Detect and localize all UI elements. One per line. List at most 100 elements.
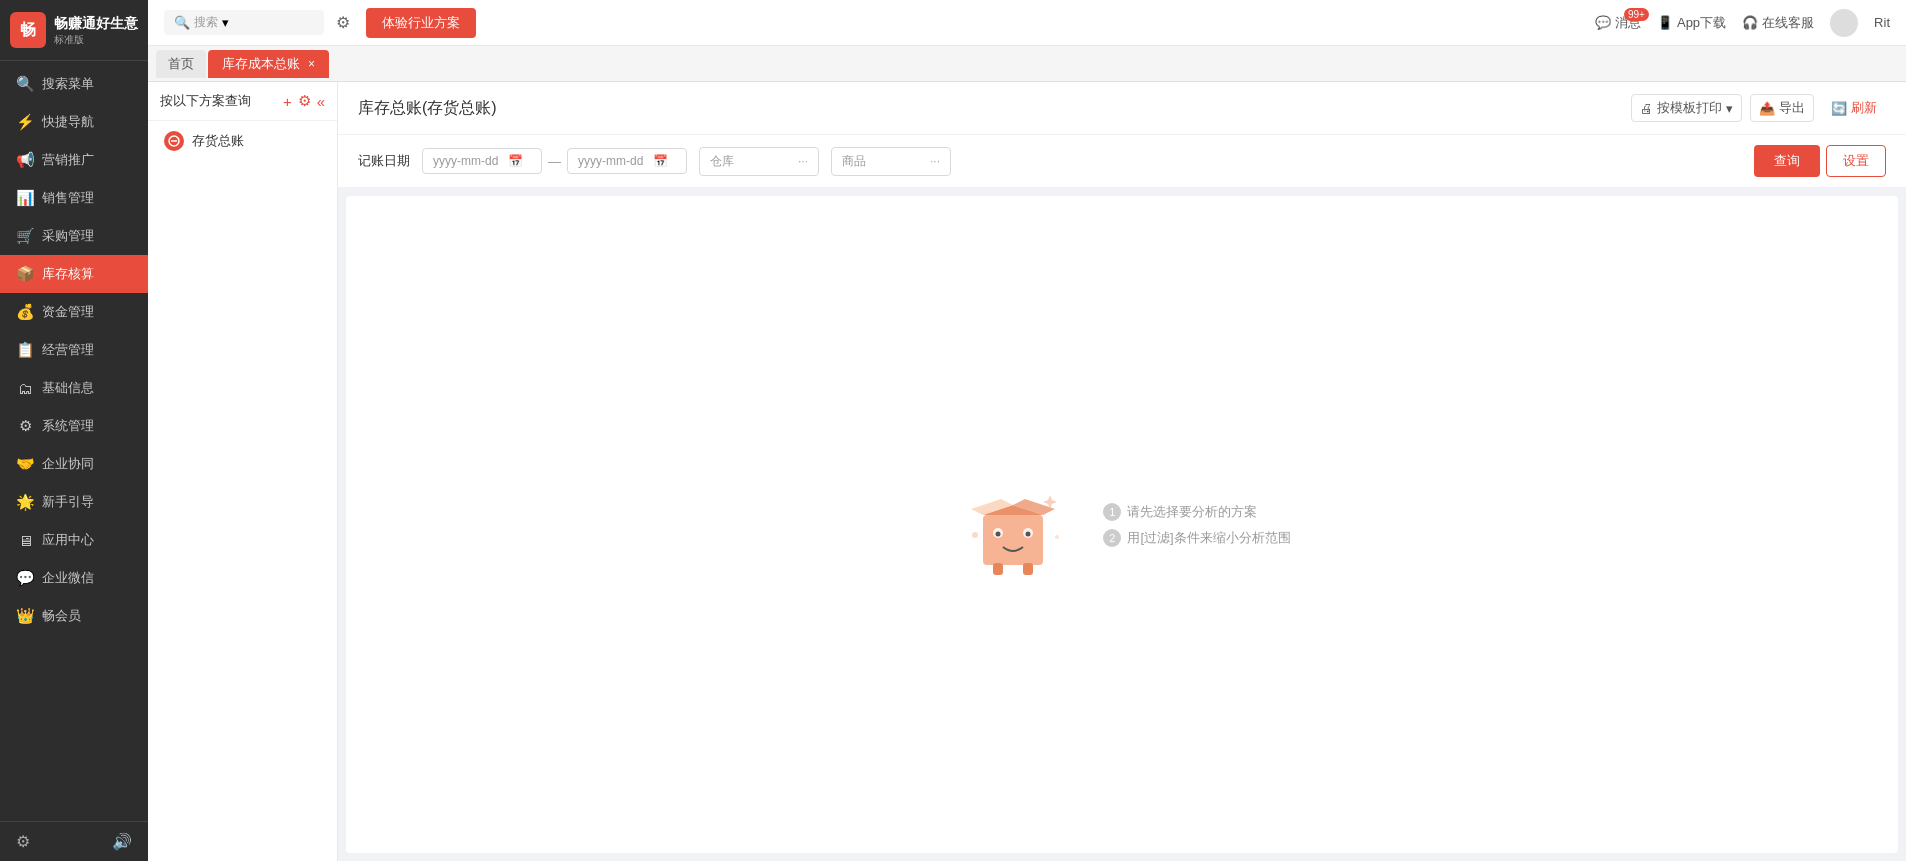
title-actions: 🖨 按模板打印 ▾ 📤 导出 🔄 刷新	[1631, 94, 1886, 122]
sidebar-item-inventory[interactable]: 📦 库存核算	[0, 255, 148, 293]
appstore-icon: 🖥	[16, 532, 34, 549]
date-start-input[interactable]: yyyy-mm-dd 📅	[422, 148, 542, 174]
audio-footer-icon[interactable]: 🔊	[112, 832, 132, 851]
sidebar-item-purchase[interactable]: 🛒 采购管理	[0, 217, 148, 255]
date-start-placeholder: yyyy-mm-dd	[433, 154, 498, 168]
warehouse-selector[interactable]: 仓库 ···	[699, 147, 819, 176]
search-icon: 🔍	[16, 75, 34, 93]
left-panel-header: 按以下方案查询 + ⚙ «	[148, 82, 337, 121]
left-panel-actions: + ⚙ «	[283, 92, 325, 110]
tip-num-2: 2	[1103, 529, 1121, 547]
inventory-icon: 📦	[16, 265, 34, 283]
purchase-icon: 🛒	[16, 227, 34, 245]
tip-num-1: 1	[1103, 503, 1121, 521]
header-search-area[interactable]: 🔍 搜索 ▾	[164, 10, 324, 35]
logo-text: 畅赚通好生意 标准版	[54, 14, 138, 45]
calendar-start-icon: 📅	[508, 154, 523, 168]
logo-icon: 畅	[10, 12, 46, 48]
date-end-input[interactable]: yyyy-mm-dd 📅	[567, 148, 687, 174]
tab-close-icon[interactable]: ×	[308, 57, 315, 71]
tab-cost-ledger[interactable]: 库存成本总账 ×	[208, 50, 329, 78]
svg-rect-2	[983, 515, 1043, 565]
app-logo: 畅 畅赚通好生意 标准版	[0, 0, 148, 61]
left-panel-add-icon[interactable]: +	[283, 93, 292, 110]
message-icon: 💬	[1595, 15, 1611, 30]
header-right: 💬 消息 99+ 📱 App下载 🎧 在线客服 Rit	[1595, 9, 1890, 37]
page-title-bar: 库存总账(存货总账) 🖨 按模板打印 ▾ 📤 导出 🔄	[338, 82, 1906, 135]
message-item[interactable]: 💬 消息 99+	[1595, 14, 1641, 32]
tip-item-1: 1 请先选择要分析的方案	[1103, 499, 1290, 525]
online-service-item[interactable]: 🎧 在线客服	[1742, 14, 1814, 32]
sidebar-item-basic[interactable]: 🗂 基础信息	[0, 369, 148, 407]
header-gear-icon[interactable]: ⚙	[336, 13, 350, 32]
sales-icon: 📊	[16, 189, 34, 207]
app-download-item[interactable]: 📱 App下载	[1657, 14, 1726, 32]
product-more-icon: ···	[930, 154, 940, 168]
trial-button[interactable]: 体验行业方案	[366, 8, 476, 38]
refresh-icon: 🔄	[1831, 101, 1847, 116]
export-button[interactable]: 📤 导出	[1750, 94, 1814, 122]
sidebar-item-enterprise[interactable]: 🤝 企业协同	[0, 445, 148, 483]
svg-point-10	[1055, 535, 1059, 539]
sidebar-item-sales[interactable]: 📊 销售管理	[0, 179, 148, 217]
page-title: 库存总账(存货总账)	[358, 98, 497, 119]
svg-point-9	[972, 532, 978, 538]
settings-footer-icon[interactable]: ⚙	[16, 832, 30, 851]
left-panel: 按以下方案查询 + ⚙ « 存货总账	[148, 82, 338, 861]
sidebar-item-appstore[interactable]: 🖥 应用中心	[0, 521, 148, 559]
left-panel-title: 按以下方案查询	[160, 92, 251, 110]
sidebar-item-operations[interactable]: 📋 经营管理	[0, 331, 148, 369]
date-separator: —	[548, 154, 561, 169]
system-icon: ⚙	[16, 417, 34, 435]
basic-icon: 🗂	[16, 380, 34, 397]
date-range-group: yyyy-mm-dd 📅 — yyyy-mm-dd 📅	[422, 148, 687, 174]
user-avatar[interactable]	[1830, 9, 1858, 37]
sidebar-item-wechat[interactable]: 💬 企业微信	[0, 559, 148, 597]
data-area: 1 请先选择要分析的方案 2 用[过滤]条件来缩小分析范围	[346, 196, 1898, 853]
sidebar-item-system[interactable]: ⚙ 系统管理	[0, 407, 148, 445]
sidebar-item-finance[interactable]: 💰 资金管理	[0, 293, 148, 331]
wechat-icon: 💬	[16, 569, 34, 587]
svg-rect-8	[1023, 563, 1033, 575]
export-icon: 📤	[1759, 101, 1775, 116]
warehouse-more-icon: ···	[798, 154, 808, 168]
page-container: 按以下方案查询 + ⚙ « 存货总账	[148, 82, 1906, 861]
sidebar-item-shortcut[interactable]: ⚡ 快捷导航	[0, 103, 148, 141]
query-button[interactable]: 查询	[1754, 145, 1820, 177]
header-search-text: 搜索	[194, 14, 218, 31]
user-name: Rit	[1874, 15, 1890, 30]
sidebar-item-guide[interactable]: 🌟 新手引导	[0, 483, 148, 521]
marketing-icon: 📢	[16, 151, 34, 169]
tab-bar: 首页 库存成本总账 ×	[148, 46, 1906, 82]
sidebar-footer: ⚙ 🔊	[0, 821, 148, 861]
date-label: 记账日期	[358, 152, 410, 170]
print-dropdown-icon: ▾	[1726, 101, 1733, 116]
sidebar-item-marketing[interactable]: 📢 营销推广	[0, 141, 148, 179]
filter-actions: 查询 设置	[1754, 145, 1886, 177]
left-panel-settings-icon[interactable]: ⚙	[298, 92, 311, 110]
product-selector[interactable]: 商品 ···	[831, 147, 951, 176]
left-panel-item-inventory-ledger[interactable]: 存货总账	[148, 121, 337, 161]
tab-home[interactable]: 首页	[156, 50, 206, 78]
header-search-icon: 🔍	[174, 15, 190, 30]
inventory-ledger-icon	[164, 131, 184, 151]
online-service-icon: 🎧	[1742, 15, 1758, 30]
refresh-button[interactable]: 🔄 刷新	[1822, 94, 1886, 122]
guide-icon: 🌟	[16, 493, 34, 511]
main-area: 库存总账(存货总账) 🖨 按模板打印 ▾ 📤 导出 🔄	[338, 82, 1906, 861]
print-button[interactable]: 🖨 按模板打印 ▾	[1631, 94, 1742, 122]
tip-item-2: 2 用[过滤]条件来缩小分析范围	[1103, 525, 1290, 551]
calendar-end-icon: 📅	[653, 154, 668, 168]
print-icon: 🖨	[1640, 101, 1653, 116]
sidebar-item-member[interactable]: 👑 畅会员	[0, 597, 148, 635]
sidebar-item-search[interactable]: 🔍 搜索菜单	[0, 65, 148, 103]
inventory-ledger-label: 存货总账	[192, 132, 244, 150]
operations-icon: 📋	[16, 341, 34, 359]
sidebar-nav: 🔍 搜索菜单 ⚡ 快捷导航 📢 营销推广 📊 销售管理 🛒 采购管理 📦 库存核…	[0, 61, 148, 821]
left-panel-collapse-icon[interactable]: «	[317, 93, 325, 110]
empty-tips: 1 请先选择要分析的方案 2 用[过滤]条件来缩小分析范围	[1103, 499, 1290, 551]
header-search-dropdown-icon: ▾	[222, 15, 229, 30]
member-icon: 👑	[16, 607, 34, 625]
filter-bar: 记账日期 yyyy-mm-dd 📅 — yyyy-mm-dd 📅	[338, 135, 1906, 188]
settings-button[interactable]: 设置	[1826, 145, 1886, 177]
